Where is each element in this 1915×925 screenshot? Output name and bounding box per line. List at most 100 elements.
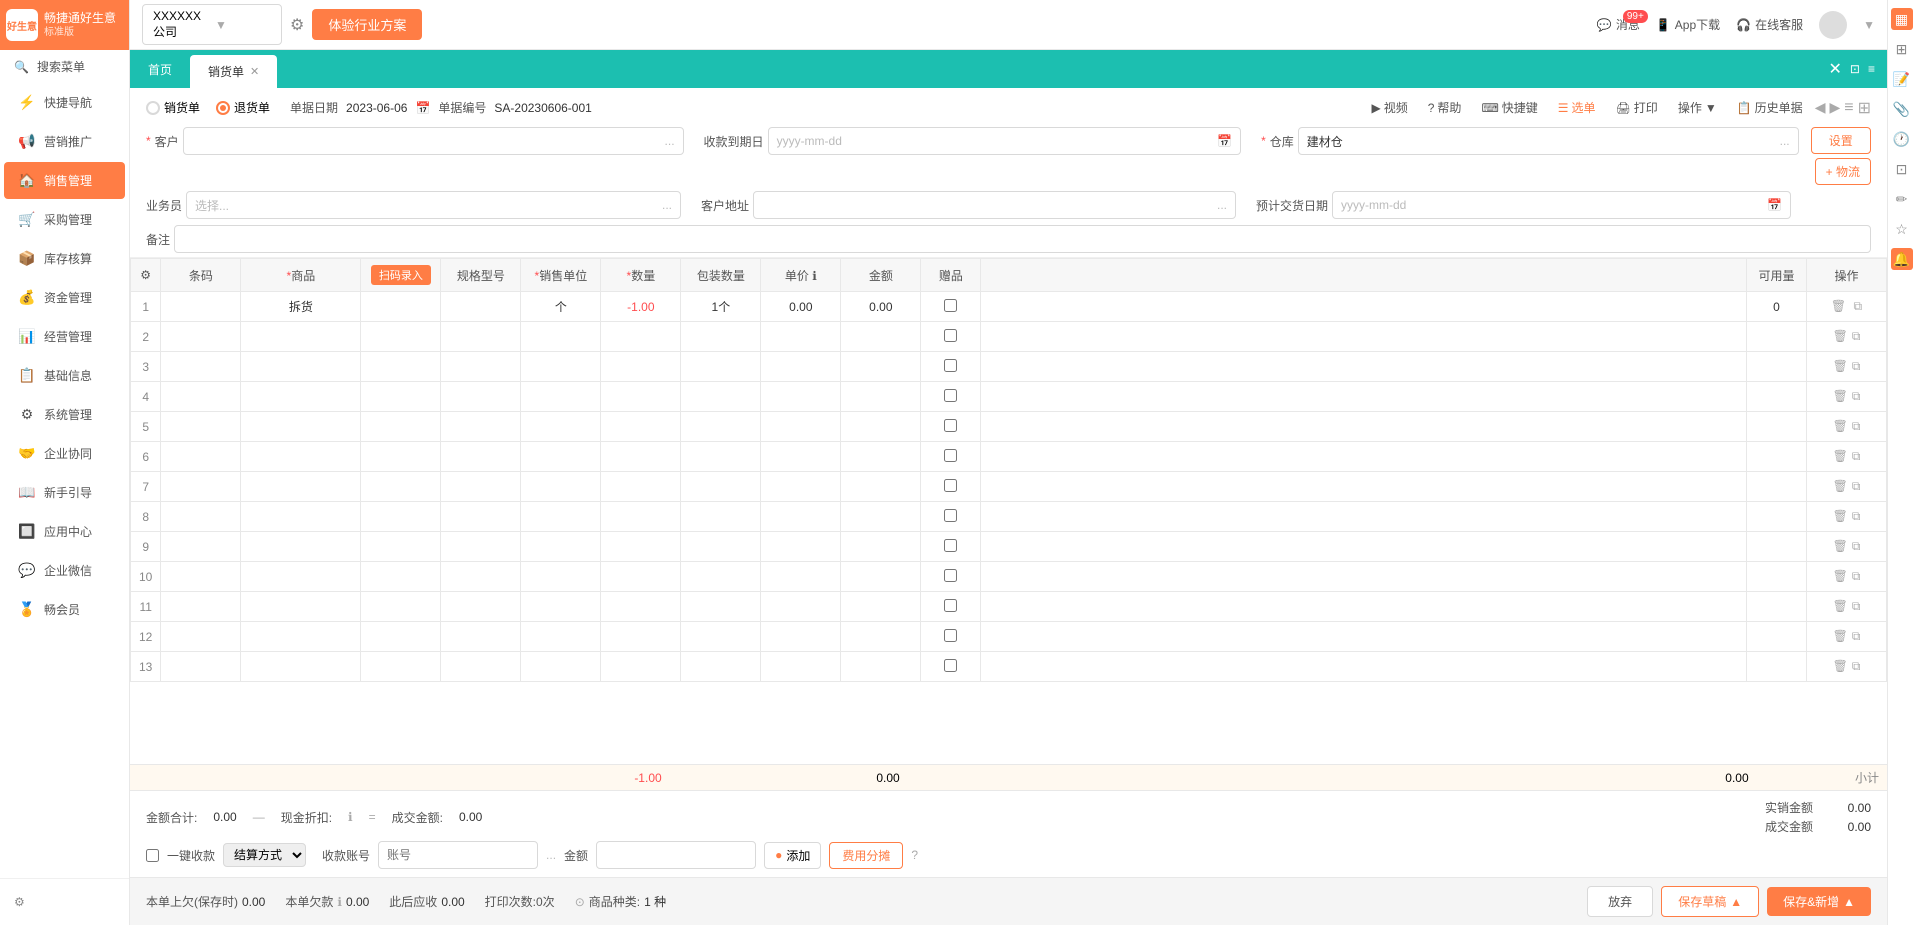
sidebar-item-business[interactable]: 📊 经营管理 [4, 318, 125, 355]
rt-grid1-icon[interactable]: ▦ [1891, 8, 1913, 30]
sidebar-item-collab[interactable]: 🤝 企业协同 [4, 435, 125, 472]
setting-btn[interactable]: 设置 [1811, 127, 1871, 154]
action-history[interactable]: 📋 历史单据 [1729, 96, 1811, 119]
sidebar-bottom-settings[interactable]: ⚙ [0, 887, 129, 917]
copy-icon[interactable]: ⧉ [1852, 419, 1861, 433]
gift-checkbox[interactable] [944, 509, 957, 522]
sidebar-item-system[interactable]: ⚙ 系统管理 [4, 396, 125, 433]
copy-icon[interactable]: ⧉ [1852, 449, 1861, 463]
debt-info-icon[interactable]: ℹ [337, 895, 342, 909]
radio-sales[interactable]: 销货单 [146, 99, 200, 116]
rt-history-icon[interactable]: 🕐 [1891, 128, 1913, 150]
gift-checkbox[interactable] [944, 329, 957, 342]
sidebar-item-purchase[interactable]: 🛒 采购管理 [4, 201, 125, 238]
delete-icon[interactable]: 🗑 [1833, 539, 1848, 553]
copy-icon[interactable]: ⧉ [1852, 389, 1861, 403]
col-scan[interactable]: 扫码录入 [361, 259, 441, 292]
user-menu-arrow[interactable]: ▼ [1863, 18, 1875, 32]
gift-checkbox[interactable] [944, 659, 957, 672]
settlement-method-select[interactable]: 结算方式 [223, 843, 306, 867]
gift-checkbox[interactable] [944, 359, 957, 372]
expand-icon[interactable]: ⊡ [1850, 62, 1860, 76]
copy-icon[interactable]: ⧉ [1852, 509, 1861, 523]
tab-sales-order[interactable]: 销货单 ✕ [190, 55, 277, 88]
notes-input[interactable] [174, 225, 1871, 253]
rt-notes-icon[interactable]: 📝 [1891, 68, 1913, 90]
logistics-btn[interactable]: + 物流 [1815, 158, 1871, 185]
sidebar-item-wechat[interactable]: 💬 企业微信 [4, 552, 125, 589]
nav-next-icon[interactable]: ▶ [1829, 99, 1840, 116]
gift-checkbox[interactable] [944, 419, 957, 432]
message-btn[interactable]: 💬 消息 99+ [1597, 16, 1640, 33]
sidebar-item-inventory[interactable]: 📦 库存核算 [4, 240, 125, 277]
sidebar-item-sales[interactable]: 🏠 销售管理 [4, 162, 125, 199]
gift-checkbox[interactable] [944, 569, 957, 582]
gift-checkbox[interactable] [944, 479, 957, 492]
sidebar-item-guide[interactable]: 📖 新手引导 [4, 474, 125, 511]
list-mode-icon[interactable]: ≡ [1844, 99, 1853, 117]
sidebar-item-quick-nav[interactable]: ⚡ 快捷导航 [4, 84, 125, 121]
delete-icon[interactable]: 🗑 [1833, 419, 1848, 433]
delete-icon[interactable]: 🗑 [1833, 449, 1848, 463]
rt-pencil-icon[interactable]: ✏ [1891, 188, 1913, 210]
close-window-icon[interactable]: ✕ [1829, 59, 1842, 79]
app-download-btn[interactable]: 📱 App下载 [1656, 16, 1720, 33]
copy-icon[interactable]: ⧉ [1852, 569, 1861, 583]
expected-date-input[interactable]: yyyy-mm-dd 📅 [1332, 191, 1791, 219]
online-service-btn[interactable]: 🎧 在线客服 [1736, 16, 1803, 33]
warehouse-input[interactable]: 建材仓 ... [1298, 127, 1799, 155]
col-gear[interactable]: ⚙ [131, 259, 161, 292]
row-spec[interactable] [441, 292, 521, 322]
delete-icon[interactable]: 🗑 [1833, 329, 1848, 343]
payment-amount-input[interactable] [596, 841, 756, 869]
customer-input[interactable]: ... [183, 127, 684, 155]
row-amount[interactable]: 0.00 [841, 292, 921, 322]
sidebar-item-finance[interactable]: 💰 资金管理 [4, 279, 125, 316]
grid-mode-icon[interactable]: ⊞ [1858, 98, 1871, 118]
sidebar-item-marketing[interactable]: 📢 营销推广 [4, 123, 125, 160]
gift-checkbox[interactable] [944, 629, 957, 642]
row-qty[interactable]: -1.00 [601, 292, 681, 322]
abandon-btn[interactable]: 放弃 [1587, 886, 1653, 917]
customer-addr-input[interactable]: ... [753, 191, 1236, 219]
gift-checkbox[interactable] [944, 299, 957, 312]
account-input[interactable] [378, 841, 538, 869]
company-select[interactable]: XXXXXX公司 ▼ [142, 4, 282, 45]
search-menu[interactable]: 🔍 搜索菜单 [0, 50, 129, 83]
rt-grid2-icon[interactable]: ⊞ [1891, 38, 1913, 60]
delete-icon[interactable]: 🗑 [1833, 599, 1848, 613]
action-shortcuts[interactable]: ⌨ 快捷键 [1473, 96, 1545, 119]
action-video[interactable]: ▶ 视频 [1363, 96, 1415, 119]
row-gift[interactable] [921, 292, 981, 322]
copy-icon[interactable]: ⧉ [1852, 329, 1861, 343]
action-help[interactable]: ? 帮助 [1420, 96, 1470, 119]
gear-settings-icon[interactable]: ⚙ [290, 15, 304, 35]
delete-icon[interactable]: 🗑 [1833, 479, 1848, 493]
date-picker-icon[interactable]: 📅 [415, 101, 430, 115]
delete-icon[interactable]: 🗑 [1833, 389, 1848, 403]
radio-return[interactable]: 退货单 [216, 99, 270, 116]
copy-icon[interactable]: ⧉ [1852, 359, 1861, 373]
delete-icon[interactable]: 🗑 [1833, 629, 1848, 643]
rt-attach-icon[interactable]: 📎 [1891, 98, 1913, 120]
trial-btn[interactable]: 体验行业方案 [312, 9, 422, 40]
fee-split-btn[interactable]: 费用分摊 [829, 842, 903, 869]
delete-icon[interactable]: 🗑 [1833, 569, 1848, 583]
gift-checkbox[interactable] [944, 539, 957, 552]
due-date-input[interactable]: yyyy-mm-dd 📅 [768, 127, 1242, 155]
rt-star-icon[interactable]: ☆ [1891, 218, 1913, 240]
copy-icon[interactable]: ⧉ [1852, 659, 1861, 673]
copy-icon[interactable]: ⧉ [1852, 479, 1861, 493]
rt-alert-icon[interactable]: 🔔 [1891, 248, 1913, 270]
add-payment-btn[interactable]: ● 添加 [764, 842, 821, 869]
row-pkg-qty[interactable]: 1个 [681, 292, 761, 322]
gift-checkbox[interactable] [944, 449, 957, 462]
one-click-pay-checkbox[interactable] [146, 849, 159, 862]
date-value[interactable]: 2023-06-06 [346, 101, 407, 115]
product-types-icon[interactable]: ⊙ [575, 895, 585, 909]
user-avatar[interactable] [1819, 11, 1847, 39]
action-operate[interactable]: 操作 ▼ [1670, 96, 1725, 119]
nav-prev-icon[interactable]: ◀ [1815, 99, 1826, 116]
delete-icon[interactable]: 🗑 [1833, 509, 1848, 523]
row-price[interactable]: 0.00 [761, 292, 841, 322]
